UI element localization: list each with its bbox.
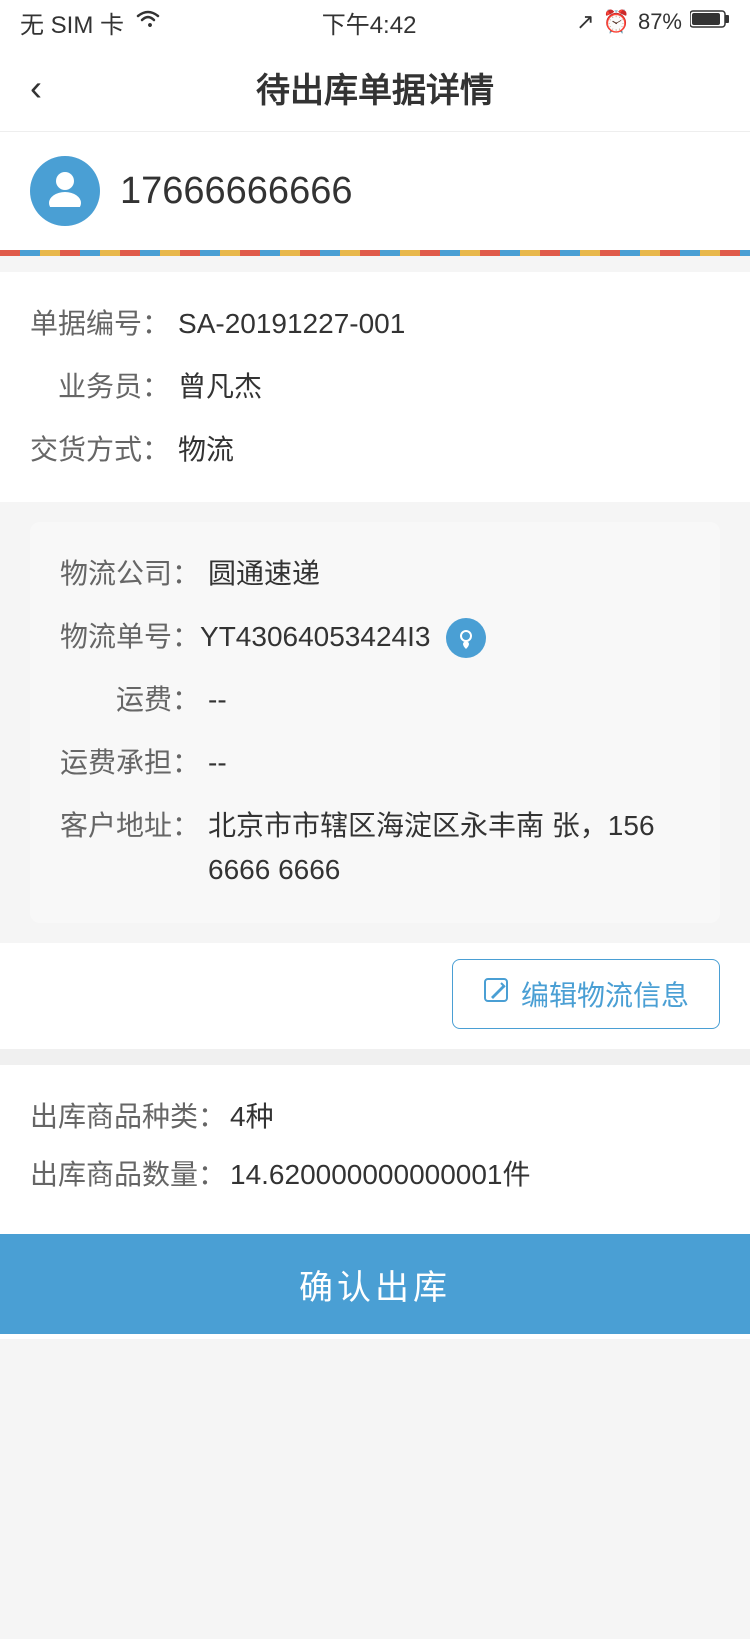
- customer-header: 17666666666: [0, 132, 750, 250]
- edit-logistics-label: 编辑物流信息: [521, 974, 689, 1014]
- salesperson-value: 曾凡杰: [170, 365, 720, 410]
- freight-label: 运费：: [60, 678, 200, 723]
- freight-row: 运费： --: [60, 678, 690, 723]
- section-divider: [0, 1049, 750, 1065]
- customer-phone: 17666666666: [120, 170, 352, 213]
- order-number-value: SA-20191227-001: [170, 302, 720, 347]
- tracking-value-row: YT43064053424I3: [200, 615, 486, 660]
- address-label: 客户地址：: [60, 804, 200, 849]
- tracking-label: 物流单号：: [60, 615, 200, 660]
- confirm-button-label: 确认出库: [299, 1260, 451, 1309]
- time-label: 下午4:42: [322, 5, 417, 40]
- status-bar-left: 无 SIM 卡: [20, 5, 162, 40]
- confirm-button[interactable]: 确认出库: [0, 1234, 750, 1334]
- address-value: 北京市市辖区海淀区永丰南 张，156 6666 6666: [200, 804, 690, 894]
- goods-type-value: 4种: [230, 1095, 720, 1135]
- goods-quantity-label: 出库商品数量：: [30, 1153, 230, 1193]
- edit-icon: [483, 977, 511, 1012]
- avatar: [30, 156, 100, 226]
- tracking-number: YT43064053424I3: [200, 615, 430, 660]
- edit-logistics-button[interactable]: 编辑物流信息: [452, 959, 720, 1029]
- dashed-divider: [0, 250, 750, 256]
- location-status-icon: ↗: [576, 9, 594, 35]
- logistics-company-row: 物流公司： 圆通速递: [60, 552, 690, 597]
- goods-quantity-value: 14.620000000000001件: [230, 1153, 720, 1193]
- goods-section: 出库商品种类： 4种 出库商品数量： 14.620000000000001件: [0, 1065, 750, 1223]
- address-row: 客户地址： 北京市市辖区海淀区永丰南 张，156 6666 6666: [60, 804, 690, 894]
- page-title: 待出库单据详情: [256, 63, 494, 112]
- status-bar-right: ↗ ⏰ 87%: [576, 9, 730, 35]
- back-button[interactable]: ‹: [30, 67, 42, 109]
- edit-btn-row: 编辑物流信息: [0, 943, 750, 1049]
- freight-value: --: [200, 678, 690, 723]
- tracking-row: 物流单号： YT43064053424I3: [60, 615, 690, 660]
- avatar-icon: [44, 165, 86, 217]
- order-number-row: 单据编号： SA-20191227-001: [30, 302, 720, 347]
- tracking-location-icon[interactable]: [446, 618, 486, 658]
- battery-icon: [690, 9, 730, 35]
- spacer: [0, 1339, 750, 1539]
- delivery-label: 交货方式：: [30, 428, 170, 473]
- nav-bar: ‹ 待出库单据详情: [0, 44, 750, 132]
- freight-bearer-row: 运费承担： --: [60, 741, 690, 786]
- delivery-row: 交货方式： 物流: [30, 428, 720, 473]
- wifi-icon: [134, 8, 162, 36]
- salesperson-label: 业务员：: [30, 365, 170, 410]
- freight-bearer-value: --: [200, 741, 690, 786]
- status-bar: 无 SIM 卡 下午4:42 ↗ ⏰ 87%: [0, 0, 750, 44]
- goods-type-row: 出库商品种类： 4种: [30, 1095, 720, 1135]
- logistics-company-label: 物流公司：: [60, 552, 200, 597]
- carrier-label: 无 SIM 卡: [20, 5, 124, 40]
- order-number-label: 单据编号：: [30, 302, 170, 347]
- salesperson-row: 业务员： 曾凡杰: [30, 365, 720, 410]
- order-info-section: 单据编号： SA-20191227-001 业务员： 曾凡杰 交货方式： 物流: [0, 272, 750, 502]
- alarm-icon: ⏰: [603, 9, 630, 35]
- freight-bearer-label: 运费承担：: [60, 741, 200, 786]
- delivery-value: 物流: [170, 428, 720, 473]
- goods-type-label: 出库商品种类：: [30, 1095, 230, 1135]
- logistics-card: 物流公司： 圆通速递 物流单号： YT43064053424I3 运费： -- …: [30, 522, 720, 923]
- goods-quantity-row: 出库商品数量： 14.620000000000001件: [30, 1153, 720, 1193]
- logistics-company-value: 圆通速递: [200, 552, 690, 597]
- battery-label: 87%: [638, 9, 682, 35]
